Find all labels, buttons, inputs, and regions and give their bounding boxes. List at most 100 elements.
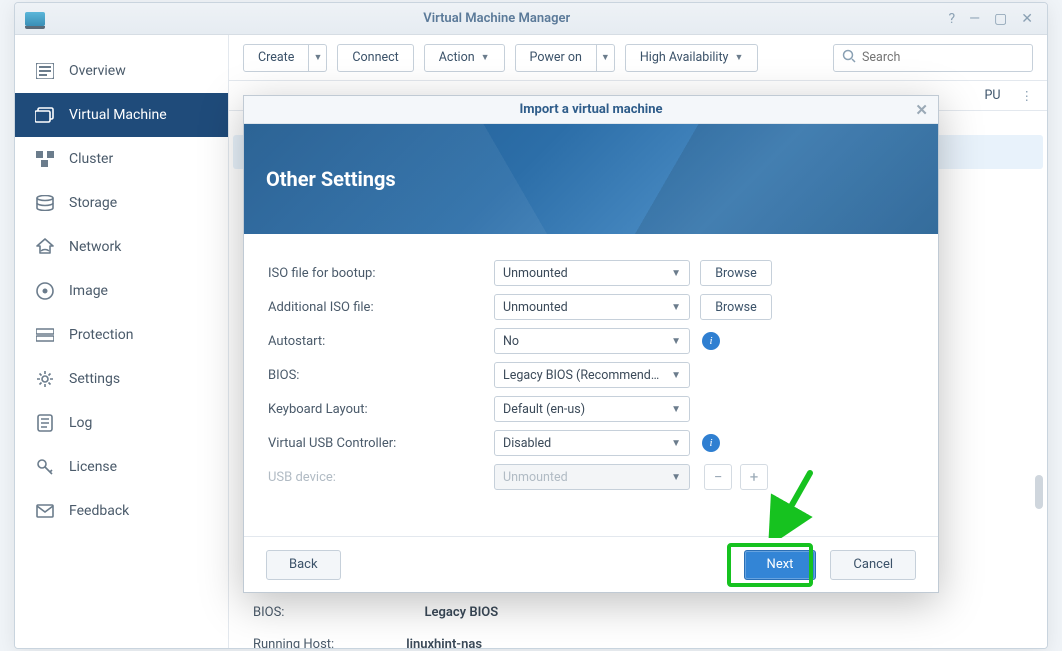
titlebar: Virtual Machine Manager ? — ▢ ✕ [15, 3, 1047, 35]
field-label-usb-controller: Virtual USB Controller: [268, 436, 494, 451]
vm-icon [35, 106, 55, 124]
chevron-down-icon: ▼ [671, 404, 681, 415]
search-input[interactable] [862, 50, 1024, 65]
next-button[interactable]: Next [744, 550, 817, 580]
field-label-iso-bootup: ISO file for bootup: [268, 266, 494, 281]
annotation-arrow-icon [765, 468, 825, 538]
sidebar: Overview Virtual Machine Cluster Storage… [15, 35, 229, 648]
browse-iso-bootup[interactable]: Browse [700, 260, 772, 286]
sidebar-item-label: Storage [69, 195, 117, 211]
select-bios[interactable]: Legacy BIOS (Recommended)▼ [494, 362, 690, 388]
detail-label: Running Host: [253, 637, 334, 649]
sidebar-item-license[interactable]: License [15, 445, 228, 489]
detail-row-bios: BIOS: Legacy BIOS [253, 605, 498, 620]
select-usb-device: Unmounted▼ [494, 464, 690, 490]
maximize-icon[interactable]: ▢ [994, 11, 1007, 27]
power-dropdown[interactable]: ▼ [597, 44, 615, 72]
select-iso-additional[interactable]: Unmounted▼ [494, 294, 690, 320]
chevron-down-icon: ▼ [671, 438, 681, 449]
sidebar-item-label: License [69, 459, 117, 475]
field-label-autostart: Autostart: [268, 334, 494, 349]
log-icon [35, 414, 55, 432]
detail-value: Legacy BIOS [424, 605, 498, 620]
protection-icon [35, 326, 55, 344]
sidebar-item-image[interactable]: Image [15, 269, 228, 313]
chevron-down-icon: ▼ [481, 52, 490, 63]
minimize-icon[interactable]: — [969, 11, 980, 27]
detail-row-host: Running Host: linuxhint-nas [253, 637, 482, 649]
modal-titlebar: Import a virtual machine ✕ [244, 96, 938, 124]
key-icon [35, 458, 55, 476]
sidebar-item-cluster[interactable]: Cluster [15, 137, 228, 181]
chevron-down-icon: ▼ [734, 52, 743, 63]
storage-icon [35, 194, 55, 212]
info-icon[interactable]: i [702, 434, 720, 452]
image-icon [35, 282, 55, 300]
sidebar-item-label: Overview [69, 63, 126, 79]
toolbar: Create ▼ Connect Action▼ Power on ▼ High… [229, 35, 1047, 81]
power-button[interactable]: Power on [515, 44, 597, 72]
search-icon [842, 48, 856, 67]
modal-footer: Back Next Cancel [244, 536, 938, 592]
chevron-down-icon: ▼ [671, 268, 681, 279]
sidebar-item-feedback[interactable]: Feedback [15, 489, 228, 533]
mail-icon [35, 502, 55, 520]
detail-value: linuxhint-nas [406, 637, 482, 649]
sidebar-item-label: Network [69, 239, 121, 255]
remove-usb-button[interactable]: − [704, 464, 732, 490]
sidebar-item-label: Image [69, 283, 108, 299]
scrollbar-thumb[interactable] [1035, 475, 1043, 509]
action-button[interactable]: Action▼ [424, 44, 505, 72]
sidebar-item-protection[interactable]: Protection [15, 313, 228, 357]
column-cpu: PU [985, 88, 1001, 103]
select-iso-bootup[interactable]: Unmounted▼ [494, 260, 690, 286]
connect-button[interactable]: Connect [337, 44, 413, 72]
field-label-usb-device: USB device: [268, 470, 494, 485]
close-icon[interactable]: ✕ [915, 101, 928, 119]
modal-heading: Other Settings [266, 167, 396, 191]
cluster-icon [35, 150, 55, 168]
chevron-down-icon: ▼ [671, 472, 681, 483]
sidebar-item-virtual-machine[interactable]: Virtual Machine [15, 93, 228, 137]
cancel-button[interactable]: Cancel [830, 550, 916, 580]
sidebar-item-storage[interactable]: Storage [15, 181, 228, 225]
sidebar-item-overview[interactable]: Overview [15, 49, 228, 93]
field-label-keyboard: Keyboard Layout: [268, 402, 494, 417]
chevron-down-icon: ▼ [671, 370, 681, 381]
help-icon[interactable]: ? [948, 11, 955, 27]
import-modal: Import a virtual machine ✕ Other Setting… [243, 95, 939, 593]
overview-icon [35, 62, 55, 80]
detail-label: BIOS: [253, 605, 284, 620]
field-label-bios: BIOS: [268, 368, 494, 383]
sidebar-item-network[interactable]: Network [15, 225, 228, 269]
app-icon [25, 12, 45, 26]
select-autostart[interactable]: No▼ [494, 328, 690, 354]
close-window-icon[interactable]: ✕ [1021, 11, 1033, 27]
select-keyboard[interactable]: Default (en-us)▼ [494, 396, 690, 422]
sidebar-item-label: Feedback [69, 503, 129, 519]
modal-body: ISO file for bootup: Unmounted▼ Browse A… [244, 234, 938, 536]
sidebar-item-label: Log [69, 415, 92, 431]
back-button[interactable]: Back [266, 550, 341, 580]
sidebar-item-label: Settings [69, 371, 120, 387]
create-button[interactable]: Create [243, 44, 309, 72]
network-icon [35, 238, 55, 256]
info-icon[interactable]: i [702, 332, 720, 350]
browse-iso-additional[interactable]: Browse [700, 294, 772, 320]
sidebar-item-log[interactable]: Log [15, 401, 228, 445]
modal-title: Import a virtual machine [519, 102, 662, 117]
ha-button[interactable]: High Availability▼ [625, 44, 759, 72]
gear-icon [35, 370, 55, 388]
sidebar-item-label: Virtual Machine [69, 107, 167, 123]
select-usb-controller[interactable]: Disabled▼ [494, 430, 690, 456]
chevron-down-icon: ▼ [671, 302, 681, 313]
create-dropdown[interactable]: ▼ [309, 44, 327, 72]
add-usb-button[interactable]: + [740, 464, 768, 490]
window-title: Virtual Machine Manager [45, 11, 948, 26]
modal-hero: Other Settings [244, 124, 938, 234]
sidebar-item-label: Protection [69, 327, 133, 343]
sidebar-item-label: Cluster [69, 151, 113, 167]
columns-menu-icon[interactable]: ⋮ [1021, 88, 1034, 104]
sidebar-item-settings[interactable]: Settings [15, 357, 228, 401]
search-box[interactable] [833, 44, 1033, 72]
